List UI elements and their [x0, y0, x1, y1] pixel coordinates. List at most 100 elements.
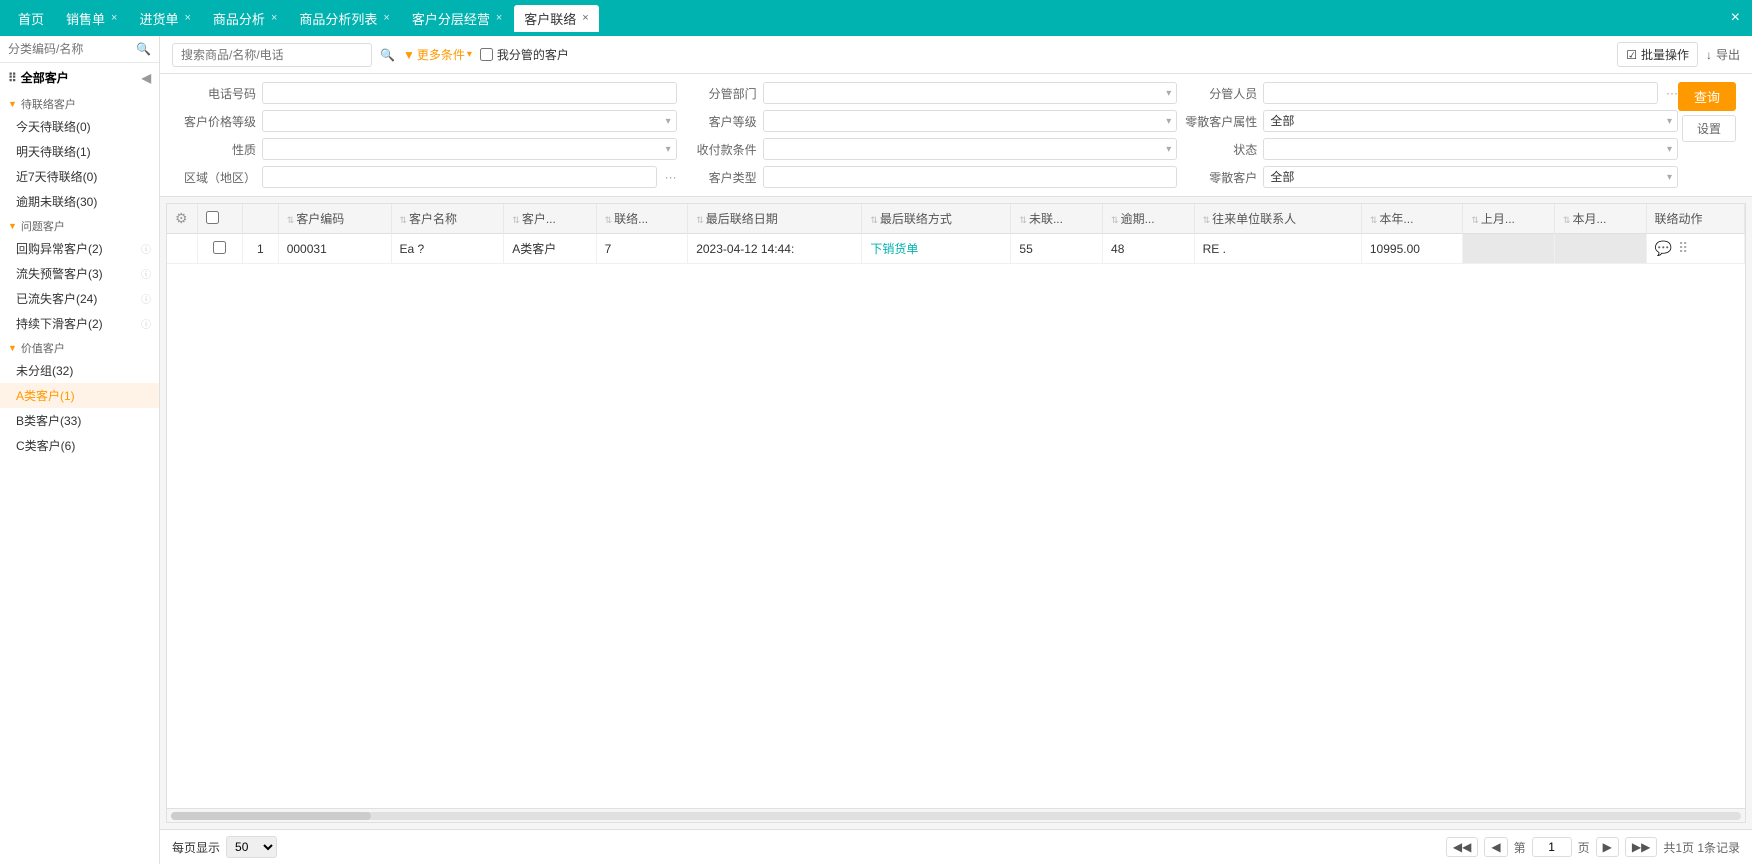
col-header-contacts[interactable]: ⇅联络...: [596, 204, 688, 234]
filter-input-区域（地区）[interactable]: [262, 166, 657, 188]
col-header-thismonth[interactable]: ⇅本月...: [1554, 204, 1646, 234]
my-customers-checkbox[interactable]: [480, 48, 493, 61]
sidebar-item-今天待联络(0)[interactable]: 今天待联络(0): [0, 114, 159, 139]
gear-settings-icon[interactable]: ⚙: [175, 210, 188, 226]
sidebar-collapse-button[interactable]: ◀: [142, 71, 151, 85]
nav-item-goods-analysis[interactable]: 商品分析 ×: [203, 5, 287, 32]
expand-icon: ▼: [8, 221, 17, 231]
filter-cell-3-0: 区域（地区）···: [176, 166, 677, 188]
nav-item-customer-contact[interactable]: 客户联络 ×: [514, 5, 598, 32]
sidebar-item-流失预警客户(3)[interactable]: 流失预警客户(3)ⓘ: [0, 261, 159, 286]
col-header-unitcontact[interactable]: ⇅往来单位联系人: [1194, 204, 1361, 234]
grid-action-icon[interactable]: ⠿: [1678, 240, 1688, 257]
info-icon: ⓘ: [141, 291, 151, 306]
col-header-code[interactable]: ⇅客户编码: [278, 204, 391, 234]
sidebar-item-label: 明天待联络(1): [16, 143, 91, 160]
filter-search-button[interactable]: 🔍: [380, 48, 395, 62]
expand-icon: ▼: [8, 343, 17, 353]
sidebar-item-回购异常客户(2)[interactable]: 回购异常客户(2)ⓘ: [0, 236, 159, 261]
nav-item-goods-list[interactable]: 商品分析列表 ×: [289, 5, 399, 32]
sidebar-item-近7天待联络(0)[interactable]: 近7天待联络(0): [0, 164, 159, 189]
col-header-name[interactable]: ⇅客户名称: [391, 204, 504, 234]
advanced-filter-panel: 电话号码分管部门分管人员···客户价格等级客户等级零散客户属性全部性质收付款条件…: [160, 74, 1752, 197]
data-table: ⚙ ⇅客户编码⇅客户名称⇅客户...⇅联络...⇅最后联络日期⇅最后联络方式⇅未联…: [167, 204, 1745, 264]
filter-select-零散客户属性[interactable]: 全部: [1263, 110, 1678, 132]
sidebar-search-icon[interactable]: 🔍: [136, 42, 151, 56]
select-all-checkbox[interactable]: [206, 211, 219, 224]
query-button[interactable]: 查询: [1678, 82, 1736, 111]
filter-search-input[interactable]: [172, 43, 372, 67]
filter-input-分管人员[interactable]: [1263, 82, 1658, 104]
sidebar-item-持续下滑客户(2)[interactable]: 持续下滑客户(2)ⓘ: [0, 311, 159, 336]
export-button[interactable]: ↓ 导出: [1706, 46, 1740, 63]
page-size-select[interactable]: 50 100 200: [226, 836, 277, 858]
row-lastway-link-0[interactable]: 下销货单: [870, 242, 918, 256]
more-filters-button[interactable]: ▼ 更多条件 ▾: [403, 46, 472, 63]
nav-item-customer-tier[interactable]: 客户分层经营 ×: [402, 5, 512, 32]
col-header-level[interactable]: ⇅客户...: [504, 204, 596, 234]
row-checkbox-0[interactable]: [213, 241, 226, 254]
batch-operation-button[interactable]: ☑ 批量操作: [1617, 42, 1698, 67]
nav-close-goods-analysis[interactable]: ×: [271, 12, 277, 24]
row-num-0: 1: [242, 234, 278, 264]
col-header-lastway[interactable]: ⇅最后联络方式: [862, 204, 1011, 234]
nav-close-sales[interactable]: ×: [111, 12, 117, 24]
filter-select-分管部门[interactable]: [763, 82, 1178, 104]
all-customers-header[interactable]: ⠿ 全部客户 ◀: [0, 63, 159, 92]
nav-close-purchase[interactable]: ×: [184, 12, 190, 24]
first-page-button[interactable]: ◀◀: [1446, 837, 1478, 857]
filter-select-客户价格等级[interactable]: [262, 110, 677, 132]
current-page-input[interactable]: [1532, 837, 1572, 857]
sidebar-item-B类客户(33)[interactable]: B类客户(33): [0, 408, 159, 433]
filter-select-状态[interactable]: [1263, 138, 1678, 160]
filter-select-客户等级[interactable]: [763, 110, 1178, 132]
sidebar-search-input[interactable]: [8, 42, 132, 56]
col-header-thisyear[interactable]: ⇅本年...: [1361, 204, 1462, 234]
filter-input-客户类型[interactable]: [763, 166, 1178, 188]
filter-select-性质[interactable]: [262, 138, 677, 160]
filter-label-状态: 状态: [1177, 141, 1257, 158]
table-area: ⚙ ⇅客户编码⇅客户名称⇅客户...⇅联络...⇅最后联络日期⇅最后联络方式⇅未联…: [166, 203, 1746, 823]
sidebar-group-问题客户[interactable]: ▼ 问题客户: [0, 214, 159, 236]
sidebar-group-待联络客户[interactable]: ▼ 待联络客户: [0, 92, 159, 114]
table-scroll[interactable]: ⚙ ⇅客户编码⇅客户名称⇅客户...⇅联络...⇅最后联络日期⇅最后联络方式⇅未联…: [167, 204, 1745, 808]
sidebar-item-已流失客户(24)[interactable]: 已流失客户(24)ⓘ: [0, 286, 159, 311]
filter-input-电话号码[interactable]: [262, 82, 677, 104]
sort-icon-overdue: ⇅: [1111, 215, 1119, 225]
settings-button[interactable]: 设置: [1682, 115, 1736, 142]
comment-icon[interactable]: 💬: [1655, 240, 1672, 257]
row-name-0[interactable]: Ea ?: [391, 234, 504, 264]
last-page-button[interactable]: ▶▶: [1625, 837, 1657, 857]
filter-select-零散客户[interactable]: 全部: [1263, 166, 1678, 188]
my-customers-filter[interactable]: 我分管的客户: [480, 46, 569, 63]
nav-close-customer-contact[interactable]: ×: [582, 12, 588, 24]
nav-item-purchase[interactable]: 进货单 ×: [129, 5, 200, 32]
col-header-lastdate[interactable]: ⇅最后联络日期: [688, 204, 862, 234]
filter-dots-分管人员[interactable]: ···: [1666, 86, 1678, 100]
horizontal-scrollbar[interactable]: [167, 808, 1745, 822]
nav-close-customer-tier[interactable]: ×: [496, 12, 502, 24]
next-page-button[interactable]: ▶: [1596, 837, 1619, 857]
filter-select-收付款条件[interactable]: [763, 138, 1178, 160]
filter-dots-区域（地区）[interactable]: ···: [665, 170, 677, 184]
scroll-thumb[interactable]: [171, 812, 371, 820]
sidebar-group-价值客户[interactable]: ▼ 价值客户: [0, 336, 159, 358]
sidebar-item-C类客户(6)[interactable]: C类客户(6): [0, 433, 159, 458]
sidebar-item-明天待联络(1)[interactable]: 明天待联络(1): [0, 139, 159, 164]
nav-item-sales[interactable]: 销售单 ×: [56, 5, 127, 32]
filter-cell-1-2: 零散客户属性全部: [1177, 110, 1678, 132]
sort-icon-thismonth: ⇅: [1563, 215, 1571, 225]
prev-page-button[interactable]: ◀: [1484, 837, 1507, 857]
sidebar-item-未分组(32)[interactable]: 未分组(32): [0, 358, 159, 383]
col-header-nocontact[interactable]: ⇅未联...: [1011, 204, 1103, 234]
sidebar-item-A类客户(1)[interactable]: A类客户(1): [0, 383, 159, 408]
col-header-overdue[interactable]: ⇅逾期...: [1103, 204, 1195, 234]
nav-item-home[interactable]: 首页: [8, 5, 54, 32]
content-area: 🔍 ▼ 更多条件 ▾ 我分管的客户 ☑ 批量操作 ↓ 导出: [160, 36, 1752, 864]
col-header-lastmonth[interactable]: ⇅上月...: [1463, 204, 1555, 234]
nav-close-goods-list[interactable]: ×: [383, 12, 389, 24]
sidebar-item-逾期未联络(30)[interactable]: 逾期未联络(30): [0, 189, 159, 214]
close-all-button[interactable]: ×: [1727, 5, 1744, 31]
sort-icon-lastway: ⇅: [870, 215, 878, 225]
total-records-label: 共1页 1条记录: [1663, 839, 1740, 856]
